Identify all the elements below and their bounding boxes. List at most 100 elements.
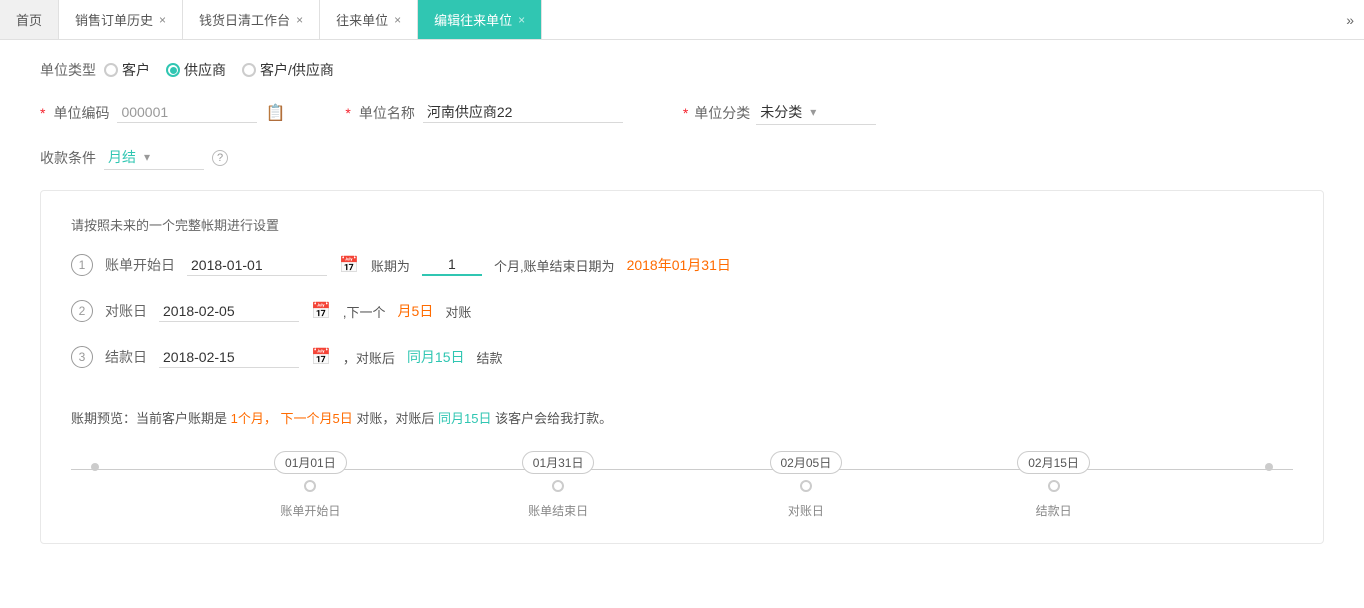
- unit-type-field: 单位类型 客户 供应商 客户/供应商: [40, 60, 334, 80]
- unit-type-row: 单位类型 客户 供应商 客户/供应商: [40, 60, 1324, 80]
- close-tab-edit-partner[interactable]: ×: [518, 13, 525, 27]
- preview-section: 账期预览：当前客户账期是 1个月， 下一个月5日 对账，对账后 同月15日 该客…: [71, 392, 1293, 519]
- step-1-row: 1 账单开始日 2018-01-01 📅 账期为 个月,账单结束日期为 2018…: [71, 254, 1293, 276]
- timeline-badge-4: 02月15日: [1017, 451, 1090, 474]
- timeline-badge-2: 01月31日: [522, 451, 595, 474]
- step-3-desc-before: ，对账后: [343, 348, 395, 367]
- unit-class-chevron-icon: ▾: [810, 105, 816, 119]
- unit-name-star: *: [345, 105, 350, 121]
- close-tab-partner-units[interactable]: ×: [394, 13, 401, 27]
- unit-code-field: * 单位编码 📋: [40, 102, 285, 123]
- step-2-date: 2018-02-05: [159, 301, 299, 322]
- unit-code-label: 单位编码: [53, 103, 109, 123]
- tab-home[interactable]: 首页: [0, 0, 59, 39]
- unit-info-row: * 单位编码 📋 * 单位名称 * 单位分类 未分类 ▾: [40, 100, 1324, 125]
- step-2-highlight: 月5日: [398, 301, 434, 321]
- unit-class-value: 未分类: [760, 102, 802, 122]
- settings-panel: 请按照未来的一个完整帐期进行设置 1 账单开始日 2018-01-01 📅 账期…: [40, 190, 1324, 544]
- unit-name-field: * 单位名称: [345, 102, 622, 123]
- unit-type-radio-group: 客户 供应商 客户/供应商: [104, 60, 334, 80]
- timeline-node-1: 01月01日 账单开始日: [274, 451, 347, 519]
- unit-code-star: *: [40, 105, 45, 121]
- payment-condition-select[interactable]: 月结 ▾: [104, 145, 204, 170]
- preview-part3: 同月15日: [438, 411, 491, 426]
- step-3-date: 2018-02-15: [159, 347, 299, 368]
- radio-supplier[interactable]: 供应商: [166, 60, 226, 80]
- timeline-dot-2: [552, 480, 564, 492]
- step-3-row: 3 结款日 2018-02-15 📅 ，对账后 同月15日 结款: [71, 346, 1293, 368]
- unit-class-label: 单位分类: [694, 103, 750, 123]
- timeline-label-2: 账单结束日: [528, 502, 588, 519]
- step-2-label: 对账日: [105, 301, 147, 321]
- step-1-period-unit: 个月,账单结束日期为: [494, 256, 615, 275]
- timeline-label-4: 结款日: [1036, 502, 1072, 519]
- step-1-date: 2018-01-01: [187, 255, 327, 276]
- unit-class-select[interactable]: 未分类 ▾: [756, 100, 876, 125]
- radio-both[interactable]: 客户/供应商: [242, 60, 334, 80]
- tab-edit-partner[interactable]: 编辑往来单位 ×: [418, 0, 542, 39]
- tab-expand-button[interactable]: »: [1336, 0, 1364, 39]
- timeline-end-dot: [1265, 463, 1273, 471]
- radio-customer-circle: [104, 63, 118, 77]
- timeline-badge-3: 02月05日: [770, 451, 843, 474]
- preview-label: 账期预览：当前客户账期是: [71, 411, 227, 426]
- preview-end: 该客户会给我打款。: [495, 411, 612, 426]
- unit-class-field: * 单位分类 未分类 ▾: [683, 100, 876, 125]
- tab-sales-order-history[interactable]: 销售订单历史 ×: [59, 0, 183, 39]
- payment-condition-row: 收款条件 月结 ▾ ?: [40, 145, 1324, 170]
- expand-icon: »: [1346, 12, 1354, 28]
- main-content: 单位类型 客户 供应商 客户/供应商 * 单位编码: [0, 40, 1364, 608]
- timeline-start-dot: [91, 463, 99, 471]
- panel-hint: 请按照未来的一个完整帐期进行设置: [71, 215, 1293, 234]
- unit-code-input[interactable]: [117, 102, 257, 123]
- preview-part2: 下一个月5日: [281, 411, 353, 426]
- timeline-node-3: 02月05日 对账日: [770, 451, 843, 519]
- unit-type-label: 单位类型: [40, 60, 96, 80]
- unit-class-star: *: [683, 105, 688, 121]
- step-2-calendar-icon[interactable]: 📅: [311, 301, 331, 321]
- radio-both-label: 客户/供应商: [260, 60, 334, 80]
- help-icon-label: ?: [217, 152, 223, 164]
- radio-supplier-circle: [166, 63, 180, 77]
- unit-code-copy-icon[interactable]: 📋: [265, 103, 285, 123]
- preview-text: 账期预览：当前客户账期是 1个月， 下一个月5日 对账，对账后 同月15日 该客…: [71, 408, 1293, 427]
- payment-condition-label: 收款条件: [40, 148, 96, 168]
- step-2-desc-before: ,下一个: [343, 302, 386, 321]
- timeline-node-4: 02月15日 结款日: [1017, 451, 1090, 519]
- timeline-label-3: 对账日: [788, 502, 824, 519]
- radio-supplier-label: 供应商: [184, 60, 226, 80]
- payment-condition-help-icon[interactable]: ?: [212, 150, 228, 166]
- radio-customer[interactable]: 客户: [104, 60, 150, 80]
- timeline-label-1: 账单开始日: [280, 502, 340, 519]
- step-2-number: 2: [71, 300, 93, 322]
- step-2-row: 2 对账日 2018-02-05 📅 ,下一个 月5日 对账: [71, 300, 1293, 322]
- timeline-container: 01月01日 账单开始日 01月31日 账单结束日 02月05日 对账: [71, 451, 1293, 519]
- close-tab-sales-order-history[interactable]: ×: [159, 13, 166, 27]
- radio-both-circle: [242, 63, 256, 77]
- step-2-desc-after: 对账: [445, 302, 471, 321]
- payment-condition-value: 月结: [108, 147, 136, 167]
- step-1-period-input[interactable]: [422, 254, 482, 276]
- step-3-number: 3: [71, 346, 93, 368]
- step-3-calendar-icon[interactable]: 📅: [311, 347, 331, 367]
- step-3-label: 结款日: [105, 347, 147, 367]
- timeline-nodes: 01月01日 账单开始日 01月31日 账单结束日 02月05日 对账: [91, 451, 1273, 519]
- radio-customer-label: 客户: [122, 60, 150, 80]
- step-3-desc-after: 结款: [477, 348, 503, 367]
- unit-name-label: 单位名称: [359, 103, 415, 123]
- tab-bar: 首页 销售订单历史 × 钱货日清工作台 × 往来单位 × 编辑往来单位 × »: [0, 0, 1364, 40]
- step-1-end-date: 2018年01月31日: [627, 255, 731, 275]
- timeline-dot-1: [304, 480, 316, 492]
- unit-name-input[interactable]: [423, 102, 623, 123]
- payment-condition-field: 收款条件 月结 ▾ ?: [40, 145, 228, 170]
- timeline-badge-1: 01月01日: [274, 451, 347, 474]
- tab-cash-reconciliation[interactable]: 钱货日清工作台 ×: [183, 0, 320, 39]
- close-tab-cash-reconciliation[interactable]: ×: [296, 13, 303, 27]
- step-1-label: 账单开始日: [105, 255, 175, 275]
- timeline-dot-3: [800, 480, 812, 492]
- step-1-period-label: 账期为: [371, 256, 410, 275]
- tab-partner-units[interactable]: 往来单位 ×: [320, 0, 418, 39]
- step-1-number: 1: [71, 254, 93, 276]
- preview-part1: 1个月，: [231, 411, 277, 426]
- step-1-calendar-icon[interactable]: 📅: [339, 255, 359, 275]
